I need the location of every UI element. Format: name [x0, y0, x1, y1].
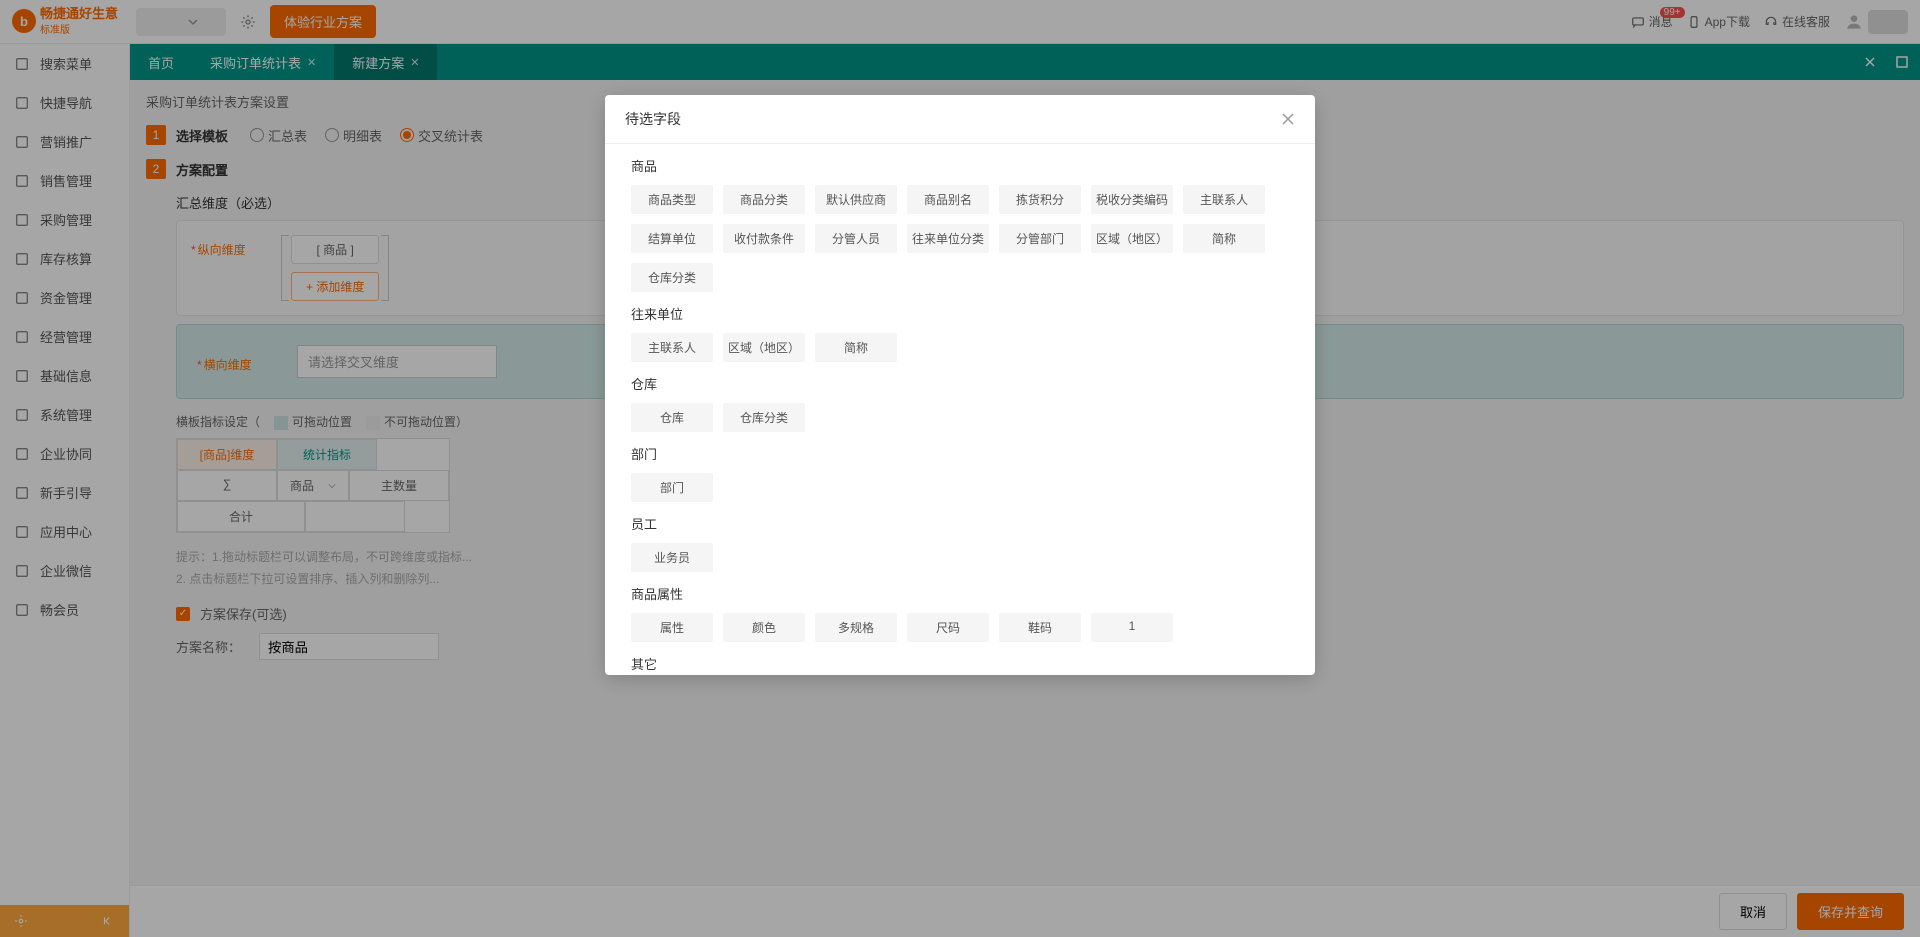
field-chip[interactable]: 区域（地区） [1091, 224, 1173, 253]
modal-title: 待选字段 [625, 109, 681, 129]
field-section-6: 其它单据日期项目 [631, 654, 1289, 675]
field-chip[interactable]: 主联系人 [1183, 185, 1265, 214]
field-selector-modal: 待选字段 商品商品类型商品分类默认供应商商品别名拣货积分税收分类编码主联系人结算… [605, 95, 1315, 675]
field-section-4: 员工业务员 [631, 514, 1289, 572]
field-chip[interactable]: 尺码 [907, 613, 989, 642]
field-chip[interactable]: 鞋码 [999, 613, 1081, 642]
field-chip[interactable]: 业务员 [631, 543, 713, 572]
field-chip[interactable]: 主联系人 [631, 333, 713, 362]
field-chip[interactable]: 仓库 [631, 403, 713, 432]
field-chip[interactable]: 分管人员 [815, 224, 897, 253]
field-chip[interactable]: 颜色 [723, 613, 805, 642]
field-section-2: 仓库仓库仓库分类 [631, 374, 1289, 432]
field-chip[interactable]: 拣货积分 [999, 185, 1081, 214]
modal-overlay[interactable]: 待选字段 商品商品类型商品分类默认供应商商品别名拣货积分税收分类编码主联系人结算… [0, 0, 1920, 937]
field-chip[interactable]: 收付款条件 [723, 224, 805, 253]
field-section-title: 商品属性 [631, 584, 1289, 603]
field-chip[interactable]: 税收分类编码 [1091, 185, 1173, 214]
field-chip[interactable]: 分管部门 [999, 224, 1081, 253]
field-section-title: 仓库 [631, 374, 1289, 393]
field-chip[interactable]: 商品类型 [631, 185, 713, 214]
field-chip[interactable]: 部门 [631, 473, 713, 502]
field-section-1: 往来单位主联系人区域（地区） 简称 [631, 304, 1289, 362]
field-chip[interactable]: 结算单位 [631, 224, 713, 253]
field-chip[interactable]: 1 [1091, 613, 1173, 642]
field-chip[interactable]: 仓库分类 [723, 403, 805, 432]
field-chip[interactable]: 商品别名 [907, 185, 989, 214]
field-section-title: 商品 [631, 156, 1289, 175]
field-section-title: 往来单位 [631, 304, 1289, 323]
field-section-3: 部门部门 [631, 444, 1289, 502]
field-chip[interactable]: 往来单位分类 [907, 224, 989, 253]
field-chip[interactable]: 多规格 [815, 613, 897, 642]
field-chip[interactable]: 简称 [1183, 224, 1265, 253]
field-chip[interactable]: 属性 [631, 613, 713, 642]
field-section-title: 其它 [631, 654, 1289, 673]
field-section-title: 部门 [631, 444, 1289, 463]
field-chip[interactable]: 仓库分类 [631, 263, 713, 292]
field-section-title: 员工 [631, 514, 1289, 533]
field-chip[interactable]: 区域（地区） [723, 333, 805, 362]
field-chip[interactable]: 商品分类 [723, 185, 805, 214]
field-chip[interactable]: 简称 [815, 333, 897, 362]
modal-close-icon[interactable] [1281, 112, 1295, 126]
field-chip[interactable]: 默认供应商 [815, 185, 897, 214]
field-section-0: 商品商品类型商品分类默认供应商商品别名拣货积分税收分类编码主联系人结算单位收付款… [631, 156, 1289, 292]
field-section-5: 商品属性属性颜色多规格尺码鞋码 1 [631, 584, 1289, 642]
